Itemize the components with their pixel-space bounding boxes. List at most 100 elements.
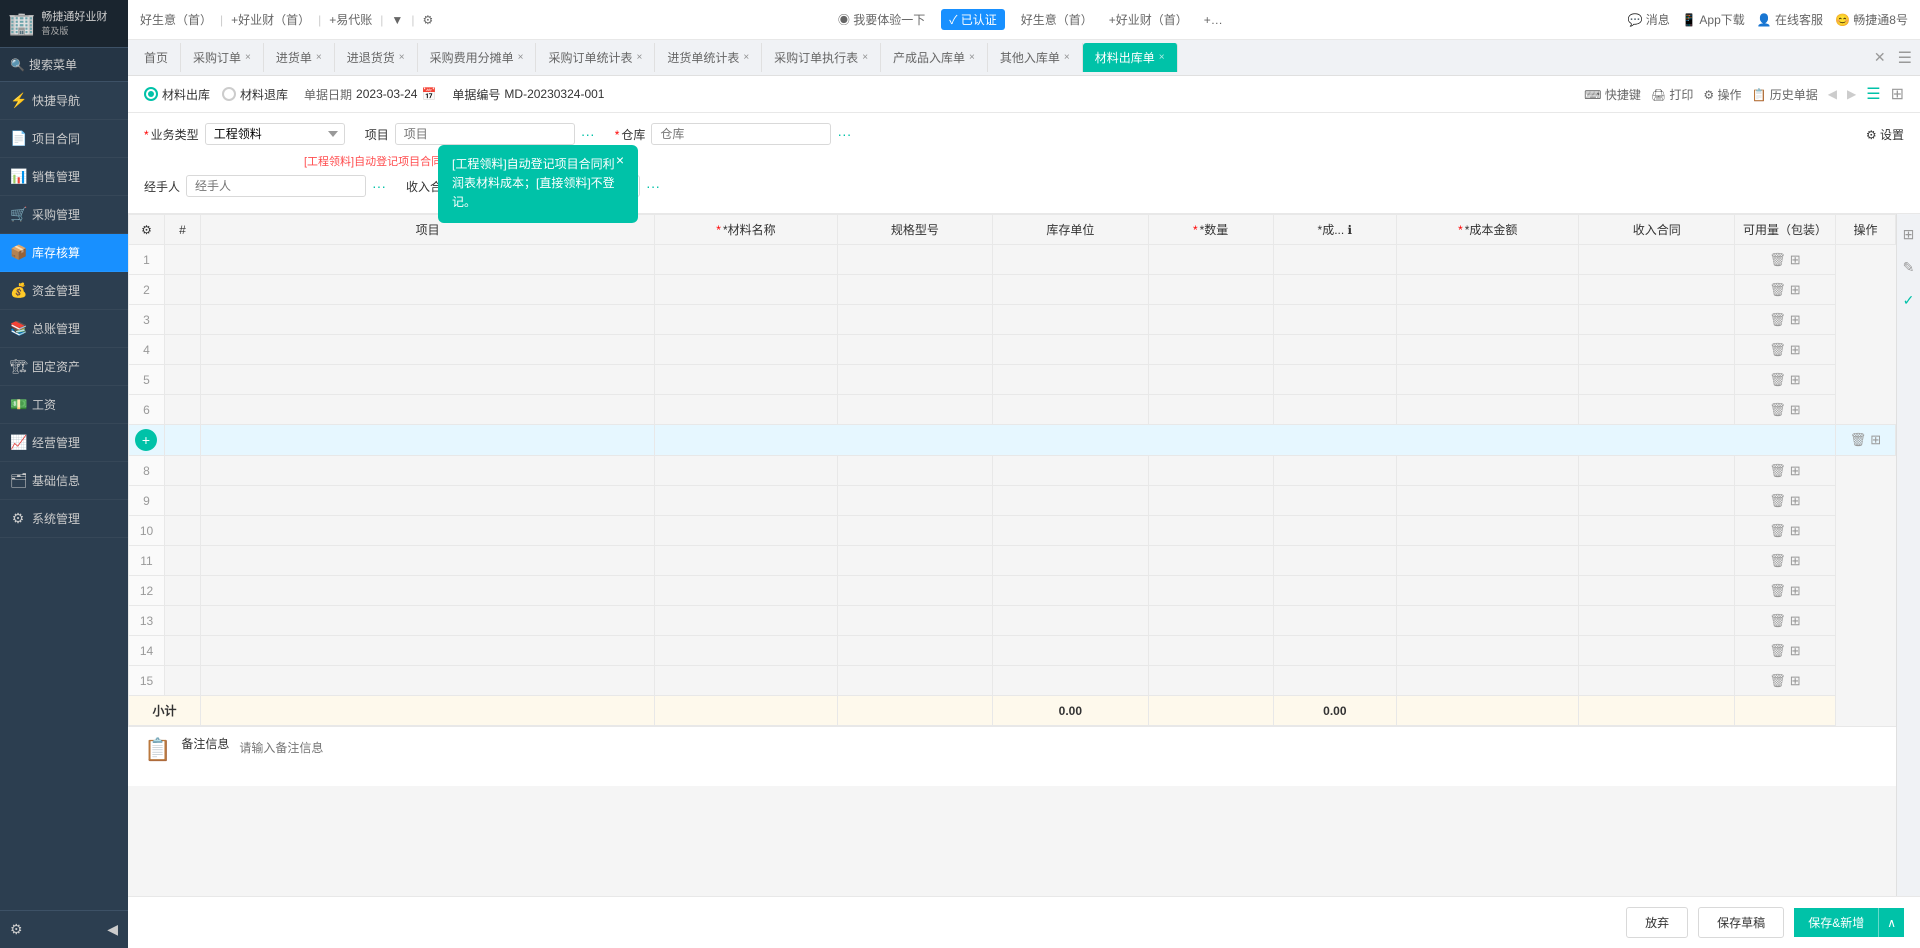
copy-icon[interactable]: ⊞: [1790, 493, 1801, 509]
copy-icon[interactable]: ⊞: [1790, 523, 1801, 539]
tab-goods-stat[interactable]: 进货单统计表 ×: [655, 43, 762, 72]
cell-project[interactable]: [165, 335, 201, 365]
cell-qty[interactable]: [993, 275, 1148, 305]
cell-available[interactable]: [1579, 606, 1735, 636]
cell-income-contract[interactable]: [1396, 606, 1579, 636]
cell-project[interactable]: [165, 606, 201, 636]
sidebar-item-basic-info[interactable]: 🗂 基础信息: [0, 462, 128, 500]
cell-cost-amount[interactable]: [1273, 395, 1396, 425]
delete-icon[interactable]: 🗑: [1769, 402, 1786, 418]
cell-income-contract[interactable]: [1396, 245, 1579, 275]
grid-view-icon[interactable]: ⊞: [1891, 84, 1904, 104]
list-view-icon[interactable]: ☰: [1866, 84, 1880, 104]
save-new-label[interactable]: 保存&新增: [1794, 908, 1879, 937]
cell-cost-amount[interactable]: [1273, 576, 1396, 606]
cell-unit[interactable]: [837, 335, 992, 365]
history-btn[interactable]: 📋 历史单据: [1752, 86, 1818, 103]
cell-unit[interactable]: [837, 305, 992, 335]
cell-cost[interactable]: [1148, 456, 1273, 486]
cell-income-contract[interactable]: [1396, 516, 1579, 546]
cell-material[interactable]: [201, 636, 655, 666]
cell-income-contract[interactable]: [1396, 365, 1579, 395]
quick-key-btn[interactable]: ⌨ 快捷键: [1584, 86, 1641, 103]
cell-qty[interactable]: [993, 395, 1148, 425]
cell-project[interactable]: [165, 486, 201, 516]
topbar-ydz[interactable]: +易代账: [329, 11, 372, 28]
cell-material[interactable]: [201, 395, 655, 425]
cell-cost-amount[interactable]: [1273, 606, 1396, 636]
tab-purchase-expense-close[interactable]: ×: [518, 52, 524, 63]
tab-product-inbound-close[interactable]: ×: [969, 52, 975, 63]
delete-icon[interactable]: 🗑: [1769, 252, 1786, 268]
cell-cost[interactable]: [1148, 305, 1273, 335]
right-panel-check-icon[interactable]: ✓: [1899, 288, 1919, 313]
cell-unit[interactable]: [837, 275, 992, 305]
save-draft-button[interactable]: 保存草稿: [1698, 907, 1784, 938]
cell-material[interactable]: [201, 576, 655, 606]
cell-unit[interactable]: [837, 395, 992, 425]
cell-income-contract[interactable]: [1396, 636, 1579, 666]
cell-available[interactable]: [1579, 365, 1735, 395]
discard-button[interactable]: 放弃: [1626, 907, 1688, 938]
delete-icon[interactable]: 🗑: [1769, 523, 1786, 539]
tab-purchase-exec-close[interactable]: ×: [862, 52, 868, 63]
delete-icon-active[interactable]: 🗑: [1850, 432, 1867, 448]
radio-material-return[interactable]: 材料退库: [222, 86, 288, 103]
cell-material[interactable]: [201, 456, 655, 486]
tooltip-close[interactable]: ×: [616, 153, 624, 167]
cell-cost[interactable]: [1148, 245, 1273, 275]
cell-available[interactable]: [1579, 305, 1735, 335]
tab-purchase-stat-close[interactable]: ×: [636, 52, 642, 63]
sidebar-item-inventory[interactable]: 📦 库存核算: [0, 234, 128, 272]
cell-material[interactable]: [201, 305, 655, 335]
sidebar-gear-icon[interactable]: ⚙: [10, 921, 23, 938]
cell-qty[interactable]: [993, 576, 1148, 606]
save-new-button[interactable]: 保存&新增 ∧: [1794, 908, 1904, 937]
tab-goods-stat-close[interactable]: ×: [743, 52, 749, 63]
tab-material-outbound-close[interactable]: ×: [1159, 52, 1165, 63]
tab-purchase-order[interactable]: 采购订单 ×: [181, 43, 264, 72]
cell-project[interactable]: [165, 275, 201, 305]
cell-cost[interactable]: [1148, 666, 1273, 696]
cell-project[interactable]: [165, 516, 201, 546]
delete-icon[interactable]: 🗑: [1769, 463, 1786, 479]
cell-spec[interactable]: [655, 395, 838, 425]
copy-icon[interactable]: ⊞: [1790, 402, 1801, 418]
cell-spec[interactable]: [655, 486, 838, 516]
cell-available[interactable]: [1579, 666, 1735, 696]
sidebar-item-project[interactable]: 📄 项目合同: [0, 120, 128, 158]
topbar-user[interactable]: 😊 畅捷通8号: [1835, 11, 1908, 28]
cell-cost[interactable]: [1148, 636, 1273, 666]
cell-available[interactable]: [1579, 636, 1735, 666]
cell-material[interactable]: [201, 546, 655, 576]
copy-icon[interactable]: ⊞: [1790, 252, 1801, 268]
tab-list-icon[interactable]: ☰: [1894, 44, 1916, 72]
topbar-message[interactable]: 💬 消息: [1628, 11, 1670, 28]
cell-spec[interactable]: [655, 576, 838, 606]
tab-material-outbound[interactable]: 材料出库单 ×: [1083, 43, 1178, 72]
cell-cost-amount[interactable]: [1273, 486, 1396, 516]
tab-product-inbound[interactable]: 产成品入库单 ×: [881, 43, 988, 72]
cell-spec[interactable]: [655, 335, 838, 365]
cell-cost-amount[interactable]: [1273, 456, 1396, 486]
copy-icon[interactable]: ⊞: [1790, 372, 1801, 388]
cell-active-2[interactable]: [201, 425, 655, 456]
operation-btn[interactable]: ⚙ 操作: [1703, 86, 1741, 103]
cell-income-contract[interactable]: [1396, 335, 1579, 365]
th-settings[interactable]: ⚙: [129, 215, 165, 245]
cell-cost-amount[interactable]: [1273, 666, 1396, 696]
sidebar-item-management[interactable]: 📈 经营管理: [0, 424, 128, 462]
delete-icon[interactable]: 🗑: [1769, 312, 1786, 328]
cell-qty[interactable]: [993, 516, 1148, 546]
delete-icon[interactable]: 🗑: [1769, 372, 1786, 388]
add-row-button[interactable]: +: [135, 429, 157, 451]
cell-unit[interactable]: [837, 365, 992, 395]
delete-icon[interactable]: 🗑: [1769, 613, 1786, 629]
cell-cost[interactable]: [1148, 335, 1273, 365]
tab-other-inbound-close[interactable]: ×: [1064, 52, 1070, 63]
cell-qty[interactable]: [993, 636, 1148, 666]
copy-icon[interactable]: ⊞: [1790, 583, 1801, 599]
delete-icon[interactable]: 🗑: [1769, 553, 1786, 569]
cell-cost-amount[interactable]: [1273, 546, 1396, 576]
cell-spec[interactable]: [655, 275, 838, 305]
